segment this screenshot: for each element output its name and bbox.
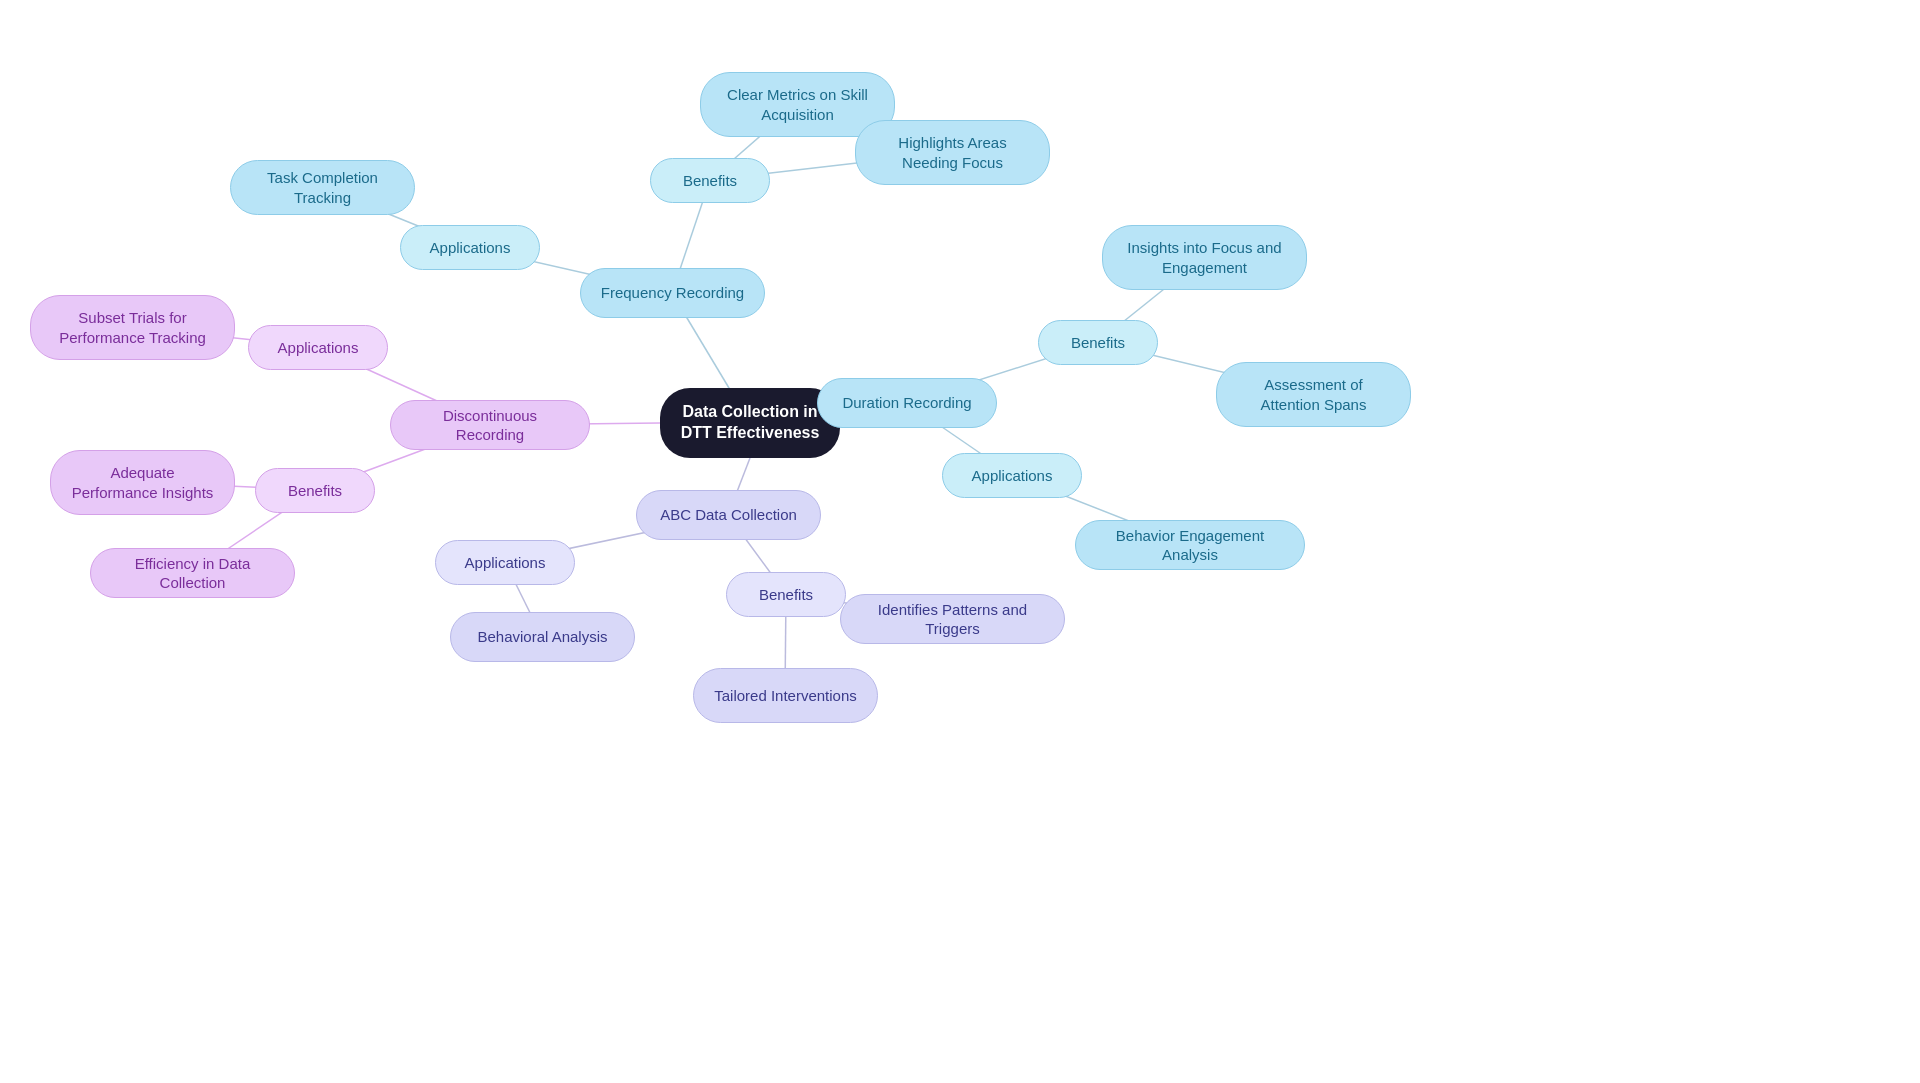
dur-benefits-node: Benefits <box>1038 320 1158 365</box>
insights-focus-node: Insights into Focus and Engagement <box>1102 225 1307 290</box>
duration-recording-node: Duration Recording <box>817 378 997 428</box>
frequency-recording-label: Frequency Recording <box>601 283 744 303</box>
efficiency-node: Efficiency in Data Collection <box>90 548 295 598</box>
freq-benefits-node: Benefits <box>650 158 770 203</box>
abc-applications-node: Applications <box>435 540 575 585</box>
abc-applications-label: Applications <box>465 553 546 573</box>
efficiency-label: Efficiency in Data Collection <box>109 554 276 593</box>
assessment-attention-label: Assessment of Attention Spans <box>1235 375 1392 414</box>
discontinuous-recording-node: Discontinuous Recording <box>390 400 590 450</box>
abc-data-node: ABC Data Collection <box>636 490 821 540</box>
tailored-interventions-label: Tailored Interventions <box>714 686 857 706</box>
disc-benefits-node: Benefits <box>255 468 375 513</box>
subset-trials-node: Subset Trials for Performance Tracking <box>30 295 235 360</box>
assessment-attention-node: Assessment of Attention Spans <box>1216 362 1411 427</box>
disc-applications-label: Applications <box>278 338 359 358</box>
discontinuous-recording-label: Discontinuous Recording <box>409 406 571 445</box>
tailored-interventions-node: Tailored Interventions <box>693 668 878 723</box>
insights-focus-label: Insights into Focus and Engagement <box>1121 238 1288 277</box>
identifies-patterns-node: Identifies Patterns and Triggers <box>840 594 1065 644</box>
dur-applications-node: Applications <box>942 453 1082 498</box>
highlights-areas-label: Highlights Areas Needing Focus <box>874 133 1031 172</box>
behavioral-analysis-label: Behavioral Analysis <box>477 627 607 647</box>
clear-metrics-label: Clear Metrics on Skill Acquisition <box>719 85 876 124</box>
freq-applications-node: Applications <box>400 225 540 270</box>
abc-benefits-label: Benefits <box>759 585 813 605</box>
abc-benefits-node: Benefits <box>726 572 846 617</box>
freq-applications-label: Applications <box>430 238 511 258</box>
subset-trials-label: Subset Trials for Performance Tracking <box>49 308 216 347</box>
behavior-engagement-label: Behavior Engagement Analysis <box>1094 526 1286 565</box>
disc-benefits-label: Benefits <box>288 481 342 501</box>
dur-applications-label: Applications <box>972 466 1053 486</box>
adequate-performance-node: Adequate Performance Insights <box>50 450 235 515</box>
identifies-patterns-label: Identifies Patterns and Triggers <box>859 600 1046 639</box>
highlights-areas-node: Highlights Areas Needing Focus <box>855 120 1050 185</box>
task-completion-node: Task Completion Tracking <box>230 160 415 215</box>
adequate-performance-label: Adequate Performance Insights <box>69 463 216 502</box>
behavior-engagement-node: Behavior Engagement Analysis <box>1075 520 1305 570</box>
duration-recording-label: Duration Recording <box>842 393 971 413</box>
frequency-recording-node: Frequency Recording <box>580 268 765 318</box>
freq-benefits-label: Benefits <box>683 171 737 191</box>
center-label: Data Collection in DTT Effectiveness <box>678 402 822 444</box>
abc-data-label: ABC Data Collection <box>660 505 797 525</box>
center-node: Data Collection in DTT Effectiveness <box>660 388 840 458</box>
dur-benefits-label: Benefits <box>1071 333 1125 353</box>
task-completion-label: Task Completion Tracking <box>249 168 396 207</box>
disc-applications-node: Applications <box>248 325 388 370</box>
behavioral-analysis-node: Behavioral Analysis <box>450 612 635 662</box>
